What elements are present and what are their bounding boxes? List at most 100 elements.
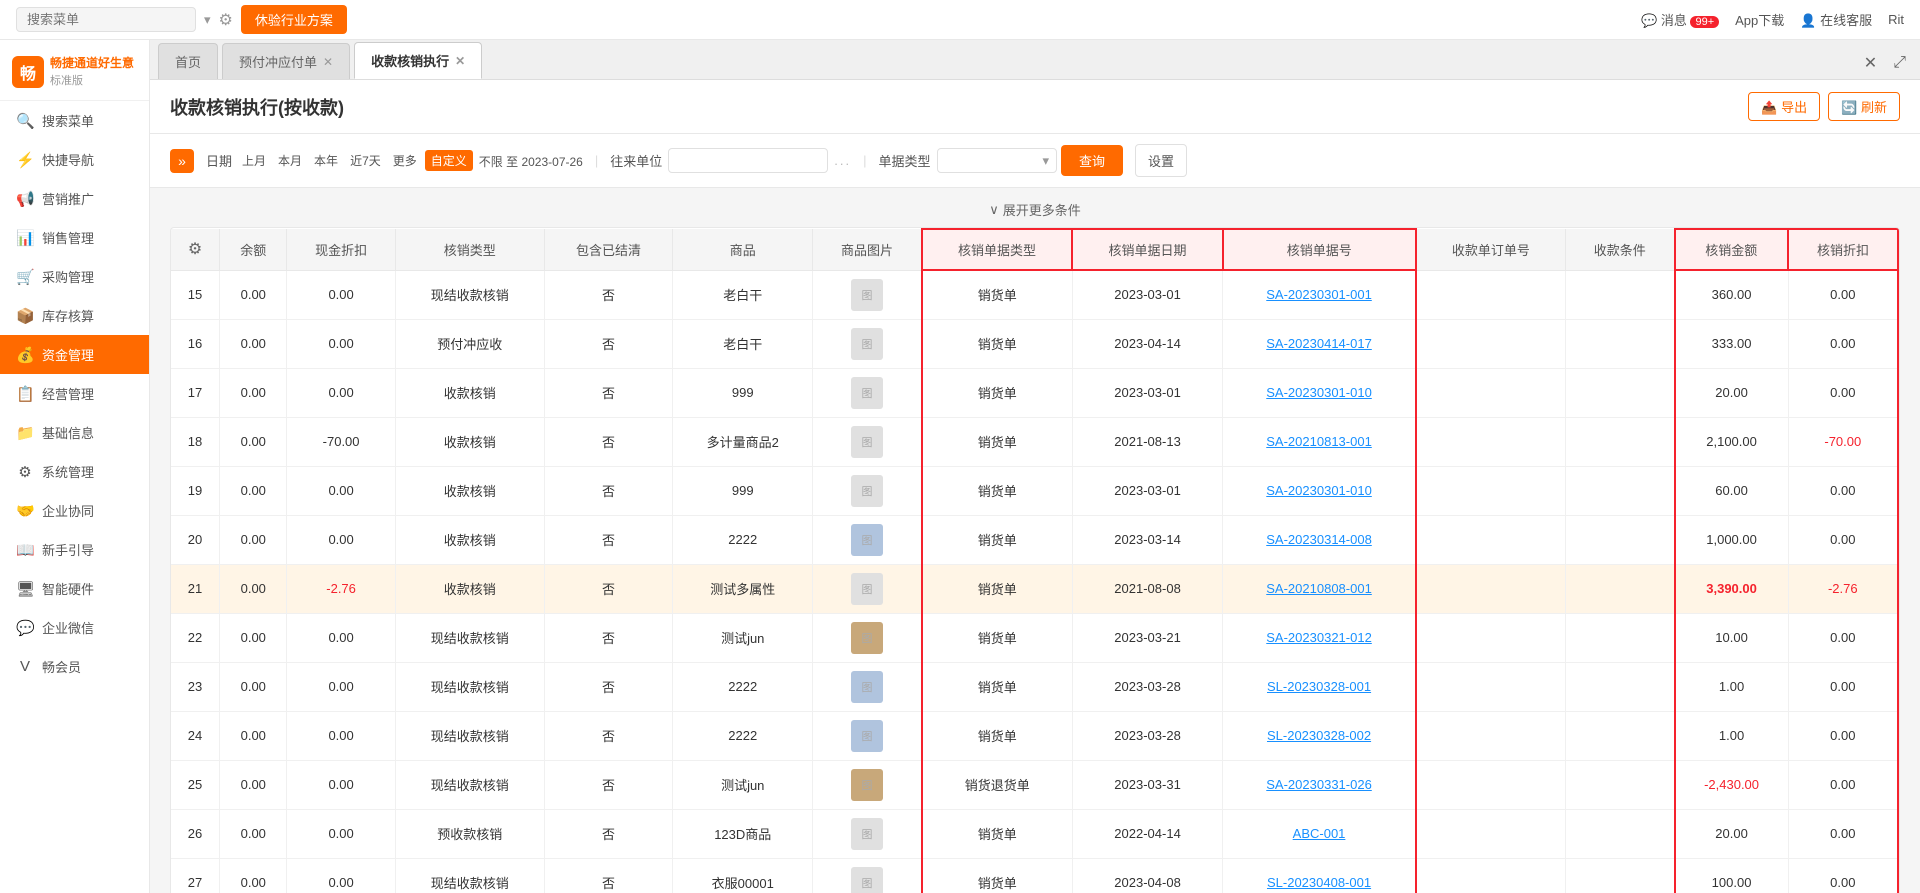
filter-counterpart-dots[interactable]: ... xyxy=(834,153,851,168)
filter-expand-button[interactable]: » xyxy=(170,149,194,173)
cell-amount: 2,100.00 xyxy=(1675,417,1789,466)
sidebar-item-0[interactable]: 🔍搜索菜单 xyxy=(0,101,149,140)
sidebar-item-10[interactable]: 🤝企业协同 xyxy=(0,491,149,530)
cell-voucher-no[interactable]: SA-20230301-010 xyxy=(1223,466,1416,515)
filter-7days-btn[interactable]: 近7天 xyxy=(346,150,385,171)
cell-amount: 100.00 xyxy=(1675,858,1789,893)
cell-amount: 20.00 xyxy=(1675,809,1789,858)
tab-collection-label: 收款核销执行 xyxy=(371,51,449,70)
cell-goods: 999 xyxy=(673,368,813,417)
filter-thisyear-btn[interactable]: 本年 xyxy=(310,150,342,171)
cell-voucher-no[interactable]: SA-20230321-012 xyxy=(1223,613,1416,662)
filter-thismonth-btn[interactable]: 本月 xyxy=(274,150,306,171)
sidebar-label-10: 企业协同 xyxy=(42,501,94,520)
sidebar-item-14[interactable]: V畅会员 xyxy=(0,647,149,686)
export-button[interactable]: 📤 导出 xyxy=(1748,92,1820,121)
tab-collection[interactable]: 收款核销执行 ✕ xyxy=(354,42,482,79)
cell-type: 现结收款核销 xyxy=(395,270,544,319)
filter-custom-btn[interactable]: 自定义 xyxy=(425,150,473,171)
sidebar-item-13[interactable]: 💬企业微信 xyxy=(0,608,149,647)
filter-vouchertype-select[interactable] xyxy=(937,148,1057,173)
cell-voucher-no[interactable]: SL-20230328-002 xyxy=(1223,711,1416,760)
settings-button[interactable]: 设置 xyxy=(1135,144,1187,177)
sidebar-label-2: 营销推广 xyxy=(42,189,94,208)
cell-cash-discount: 0.00 xyxy=(287,319,395,368)
close-icon[interactable]: ✕ xyxy=(323,55,333,69)
cell-amount: 1,000.00 xyxy=(1675,515,1789,564)
close-icon-active[interactable]: ✕ xyxy=(455,54,465,68)
cell-voucher-no[interactable]: SA-20230414-017 xyxy=(1223,319,1416,368)
notification-badge: 99+ xyxy=(1690,16,1719,28)
sidebar-icon-12: 🖥 xyxy=(16,580,34,598)
sidebar-item-5[interactable]: 📦库存核算 xyxy=(0,296,149,335)
cell-voucher-no[interactable]: ABC-001 xyxy=(1223,809,1416,858)
cell-voucher-no[interactable]: SA-20210813-001 xyxy=(1223,417,1416,466)
cell-voucher-no[interactable]: SL-20230408-001 xyxy=(1223,858,1416,893)
cell-voucher-no[interactable]: SA-20230301-001 xyxy=(1223,270,1416,319)
cell-id: 15 xyxy=(171,270,220,319)
sidebar-item-9[interactable]: ⚙系统管理 xyxy=(0,452,149,491)
cell-voucher-no[interactable]: SA-20230314-008 xyxy=(1223,515,1416,564)
cell-balance: 0.00 xyxy=(220,613,287,662)
refresh-button[interactable]: 🔄 刷新 xyxy=(1828,92,1900,121)
industry-solution-button[interactable]: 休验行业方案 xyxy=(241,5,347,34)
th-goods-img: 商品图片 xyxy=(813,229,922,270)
table-row: 16 0.00 0.00 预付冲应收 否 老白干 图 销货单 2023-04-1… xyxy=(171,319,1898,368)
cell-voucher-no[interactable]: SA-20210808-001 xyxy=(1223,564,1416,613)
layout: 畅 畅捷通道好生意 标准版 🔍搜索菜单⚡快捷导航📢营销推广📊销售管理🛒采购管理📦… xyxy=(0,40,1920,893)
sidebar-item-6[interactable]: 💰资金管理 xyxy=(0,335,149,374)
data-table: ⚙ 余额 现金折扣 核销类型 包含已结清 商品 商品图片 核销单据类型 核销单据… xyxy=(171,228,1899,893)
tab-home[interactable]: 首页 xyxy=(158,43,218,79)
cell-discount: 0.00 xyxy=(1788,662,1898,711)
table-row: 18 0.00 -70.00 收款核销 否 多计量商品2 图 销货单 2021-… xyxy=(171,417,1898,466)
th-settings[interactable]: ⚙ xyxy=(171,229,220,270)
tab-home-label: 首页 xyxy=(175,52,201,71)
tab-close-button[interactable]: ✕ xyxy=(1858,51,1883,75)
th-amount: 核销金额 xyxy=(1675,229,1789,270)
tab-prepay[interactable]: 预付冲应付单 ✕ xyxy=(222,43,350,79)
sidebar-item-7[interactable]: 📋经营管理 xyxy=(0,374,149,413)
cell-settled: 否 xyxy=(544,858,673,893)
main-area: 首页 预付冲应付单 ✕ 收款核销执行 ✕ ✕ ⤢ 收款核销执行(按收款) 📤 xyxy=(150,40,1920,893)
filter-separator1: | xyxy=(595,153,598,168)
filter-lastmonth-btn[interactable]: 上月 xyxy=(238,150,270,171)
notification-area[interactable]: 💬 消息 99+ xyxy=(1641,10,1719,29)
cell-settled: 否 xyxy=(544,417,673,466)
sidebar-item-12[interactable]: 🖥智能硬件 xyxy=(0,569,149,608)
cell-voucher-date: 2021-08-13 xyxy=(1072,417,1223,466)
sidebar-item-3[interactable]: 📊销售管理 xyxy=(0,218,149,257)
query-button[interactable]: 查询 xyxy=(1061,145,1123,176)
th-order-no: 收款单订单号 xyxy=(1416,229,1566,270)
cell-goods: 老白干 xyxy=(673,270,813,319)
cell-id: 26 xyxy=(171,809,220,858)
sidebar-item-8[interactable]: 📁基础信息 xyxy=(0,413,149,452)
sidebar-item-4[interactable]: 🛒采购管理 xyxy=(0,257,149,296)
online-service-link[interactable]: 👤 在线客服 xyxy=(1800,10,1872,29)
cell-cash-discount: 0.00 xyxy=(287,515,395,564)
dropdown-icon[interactable]: ▾ xyxy=(204,12,211,28)
cell-voucher-no[interactable]: SA-20230331-026 xyxy=(1223,760,1416,809)
cell-voucher-no[interactable]: SA-20230301-010 xyxy=(1223,368,1416,417)
app-download-link[interactable]: App下载 xyxy=(1735,10,1784,29)
cell-amount: 3,390.00 xyxy=(1675,564,1789,613)
cell-voucher-no[interactable]: SL-20230328-001 xyxy=(1223,662,1416,711)
cell-amount: 1.00 xyxy=(1675,662,1789,711)
gear-icon[interactable]: ⚙ xyxy=(219,10,233,30)
th-voucher-date: 核销单据日期 xyxy=(1072,229,1223,270)
cell-goods: 123D商品 xyxy=(673,809,813,858)
tab-expand-button[interactable]: ⤢ xyxy=(1887,52,1912,74)
cell-condition xyxy=(1566,368,1675,417)
cell-voucher-date: 2023-03-14 xyxy=(1072,515,1223,564)
sidebar-item-2[interactable]: 📢营销推广 xyxy=(0,179,149,218)
sidebar-label-0: 搜索菜单 xyxy=(42,111,94,130)
expand-more-button[interactable]: ∨ 展开更多条件 xyxy=(989,200,1081,219)
search-input[interactable] xyxy=(16,7,196,32)
cell-discount: 0.00 xyxy=(1788,760,1898,809)
cell-type: 现结收款核销 xyxy=(395,760,544,809)
sidebar-label-7: 经营管理 xyxy=(42,384,94,403)
page-title: 收款核销执行(按收款) xyxy=(170,94,344,120)
filter-counterpart-input[interactable] xyxy=(668,148,828,173)
sidebar-item-1[interactable]: ⚡快捷导航 xyxy=(0,140,149,179)
filter-more-btn[interactable]: 更多 xyxy=(389,150,421,171)
sidebar-item-11[interactable]: 📖新手引导 xyxy=(0,530,149,569)
